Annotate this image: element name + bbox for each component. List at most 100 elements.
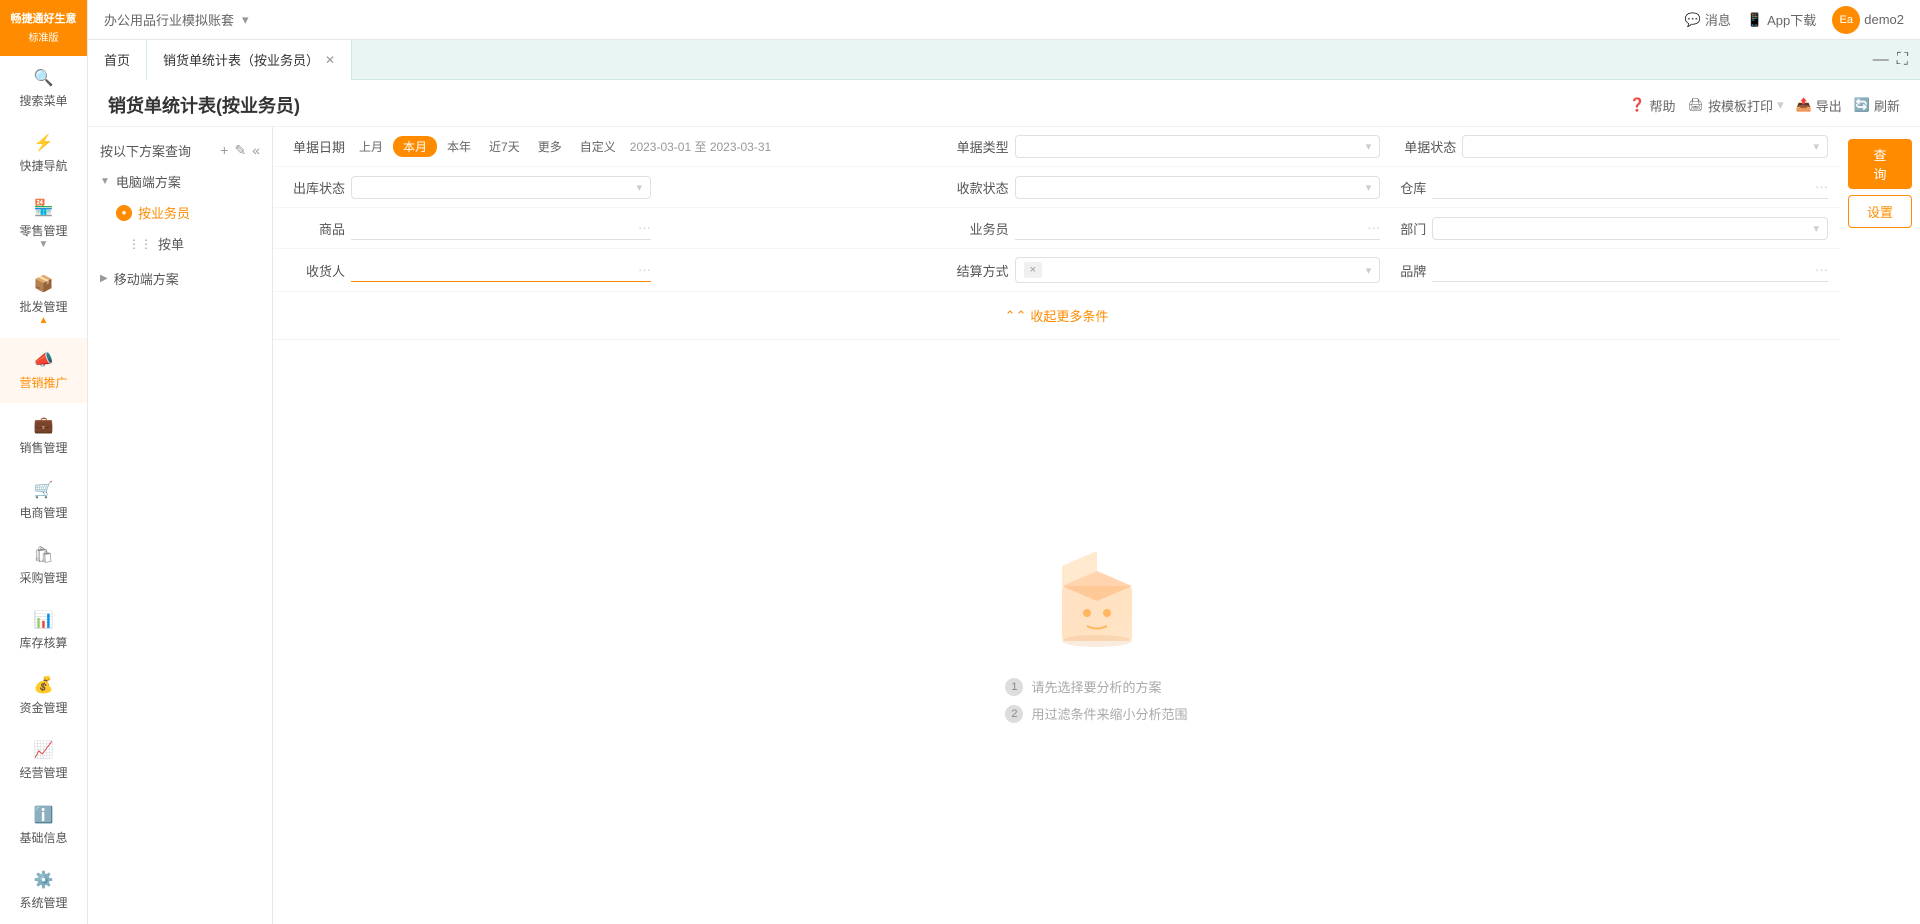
desktop-section-label: 电脑端方案 — [116, 172, 181, 191]
dept-select[interactable]: ▾ — [1432, 217, 1828, 240]
date-range: 2023-03-01 至 2023-03-31 — [630, 138, 771, 155]
sidebar-item-nav[interactable]: ⚡ 快捷导航 — [0, 121, 87, 186]
panel-section-mobile-header[interactable]: ▶ 移动端方案 — [88, 263, 272, 294]
print-label: 按模板打印 — [1708, 96, 1773, 115]
doc-type-select[interactable]: ▾ — [1015, 135, 1381, 158]
receiver-dots-icon[interactable]: ··· — [638, 262, 651, 277]
out-status-label: 出库状态 — [285, 178, 345, 197]
inventory-icon: 📊 — [34, 610, 54, 630]
query-button[interactable]: 查询 — [1848, 139, 1912, 189]
user-menu[interactable]: Ea demo2 — [1832, 6, 1904, 34]
panel-edit-icon[interactable]: ✎ — [234, 142, 246, 159]
sidebar-item-inventory[interactable]: 📊 库存核算 — [0, 598, 87, 663]
panel-collapse-icon[interactable]: « — [252, 142, 260, 159]
sidebar-item-marketing[interactable]: 📣 营销推广 — [0, 338, 87, 403]
panel-section-desktop: ▼ 电脑端方案 ● 按业务员 ⋮⋮ 按单 — [88, 166, 272, 259]
right-content: 单据日期 上月 本月 本年 近7天 更多 自定义 — [273, 127, 1920, 924]
doc-status-arrow-icon: ▾ — [1813, 140, 1819, 153]
sidebar-item-label: 系统管理 — [19, 894, 67, 911]
filter-cell-out-status: 出库状态 ▾ — [285, 176, 933, 199]
tab-minimize-button[interactable]: — — [1873, 51, 1889, 69]
date-tab-this-month[interactable]: 本月 — [393, 136, 437, 157]
chevron-down-icon: ▼ — [100, 176, 110, 187]
panel-item-by-staff[interactable]: ● 按业务员 — [88, 197, 272, 228]
date-tab-this-year[interactable]: 本年 — [439, 136, 479, 157]
settings-button[interactable]: 设置 — [1848, 195, 1912, 228]
tab-maximize-button[interactable]: ⛶ — [1897, 51, 1908, 69]
brand-input[interactable]: ··· — [1432, 258, 1828, 282]
export-button[interactable]: 📤 导出 — [1796, 96, 1842, 115]
hint-num-2: 2 — [1005, 705, 1023, 723]
panel-item-by-order[interactable]: ⋮⋮ 按单 — [88, 228, 272, 259]
goods-dots-icon[interactable]: ··· — [638, 220, 651, 235]
warehouse-dots-icon[interactable]: ··· — [1815, 179, 1828, 194]
staff-input[interactable]: ··· — [1015, 216, 1381, 240]
breadcrumb-dropdown-icon[interactable]: ▾ — [242, 12, 249, 28]
receipt-status-select[interactable]: ▾ — [1015, 176, 1381, 199]
date-tab-last-month[interactable]: 上月 — [351, 136, 391, 157]
page-content: 销货单统计表(按业务员) ❓ 帮助 🖨 按模板打印 ▾ 📤 导出 — [88, 80, 1920, 924]
brand-dots-icon[interactable]: ··· — [1815, 262, 1828, 277]
hint-num-1: 1 — [1005, 678, 1023, 696]
tab-home[interactable]: 首页 — [88, 40, 147, 80]
sidebar-item-basic[interactable]: ℹ️ 基础信息 — [0, 793, 87, 858]
chevron-up-icon: ▲ — [39, 315, 49, 326]
goods-input[interactable]: ··· — [351, 216, 651, 240]
doc-status-select[interactable]: ▾ — [1462, 135, 1828, 158]
empty-illustration — [1037, 541, 1157, 661]
sidebar-item-sales[interactable]: 💼 销售管理 — [0, 403, 87, 468]
sidebar-item-finance[interactable]: 💰 资金管理 — [0, 663, 87, 728]
out-status-select[interactable]: ▾ — [351, 176, 651, 199]
sidebar-item-wholesale[interactable]: 📦 批发管理 ▲ — [0, 262, 87, 338]
panel-item-staff-label: 按业务员 — [138, 203, 190, 222]
sidebar-item-search[interactable]: 🔍 搜索菜单 — [0, 56, 87, 121]
app-download-button[interactable]: 📱 App下载 — [1747, 10, 1816, 29]
sidebar-item-operations[interactable]: 📈 经营管理 — [0, 728, 87, 793]
receipt-status-arrow-icon: ▾ — [1366, 181, 1372, 194]
doc-type-arrow-icon: ▾ — [1366, 140, 1372, 153]
print-button[interactable]: 🖨 按模板打印 ▾ — [1688, 96, 1784, 115]
receiver-input[interactable]: ··· — [351, 258, 651, 282]
staff-dots-icon[interactable]: ··· — [1367, 220, 1380, 235]
filter-cell-warehouse: 仓库 ··· — [1396, 175, 1828, 199]
refresh-button[interactable]: 🔄 刷新 — [1854, 96, 1900, 115]
message-button[interactable]: 💬 消息 — [1685, 10, 1731, 29]
staff-icon: ● — [116, 205, 132, 221]
sidebar-item-purchase[interactable]: 🛍 采购管理 — [0, 533, 87, 598]
date-tab-custom[interactable]: 自定义 — [572, 136, 624, 157]
sidebar-item-retail[interactable]: 🏪 零售管理 ▼ — [0, 186, 87, 262]
help-button[interactable]: ❓ 帮助 — [1629, 96, 1675, 115]
sidebar: 畅捷通好生意 标准版 🔍 搜索菜单 ⚡ 快捷导航 🏪 零售管理 ▼ 📦 批发管理… — [0, 0, 88, 924]
download-icon: 📱 — [1747, 12, 1763, 28]
settlement-tag-close-icon[interactable]: × — [1030, 264, 1036, 276]
panel-add-icon[interactable]: + — [220, 142, 228, 159]
filter-cell-receipt-status: 收款状态 ▾ — [949, 176, 1381, 199]
user-name: demo2 — [1864, 12, 1904, 27]
refresh-icon: 🔄 — [1854, 97, 1870, 113]
header-left: 办公用品行业模拟账套 ▾ — [104, 10, 249, 29]
collapse-button[interactable]: ⌃⌃ 收起更多条件 — [1005, 298, 1109, 333]
logo-badge: 标准版 — [29, 29, 59, 44]
date-label: 单据日期 — [285, 137, 345, 156]
filter-row-3: 商品 ··· 业务员 — [273, 208, 1840, 249]
date-tab-last-7[interactable]: 近7天 — [481, 136, 528, 157]
sidebar-item-system[interactable]: ⚙️ 系统管理 — [0, 858, 87, 923]
filter-cell-doc-status: 单据状态 ▾ — [1396, 135, 1828, 158]
date-tab-more[interactable]: 更多 — [530, 136, 570, 157]
filter-row-2: 出库状态 ▾ 收款状态 — [273, 167, 1840, 208]
sidebar-item-label: 批发管理 — [19, 298, 67, 315]
tab-sales-stats-label: 销货单统计表（按业务员） — [163, 50, 319, 69]
warehouse-input[interactable]: ··· — [1432, 175, 1828, 199]
tab-sales-stats[interactable]: 销货单统计表（按业务员） ✕ — [147, 40, 352, 80]
filter-cell-date: 单据日期 上月 本月 本年 近7天 更多 自定义 — [285, 136, 933, 157]
print-icon: 🖨 — [1688, 97, 1705, 113]
panel-section-desktop-header[interactable]: ▼ 电脑端方案 — [88, 166, 272, 197]
tab-close-button[interactable]: ✕ — [325, 53, 335, 67]
settlement-select[interactable]: × ▾ — [1015, 257, 1381, 283]
right-buttons: 查询 设置 — [1840, 127, 1920, 340]
sidebar-item-ecommerce[interactable]: 🛒 电商管理 — [0, 468, 87, 533]
operations-icon: 📈 — [34, 740, 54, 760]
empty-state: 1 请先选择要分析的方案 2 用过滤条件来缩小分析范围 — [273, 340, 1920, 924]
hint-text-1: 请先选择要分析的方案 — [1031, 677, 1161, 696]
settlement-label: 结算方式 — [949, 261, 1009, 280]
